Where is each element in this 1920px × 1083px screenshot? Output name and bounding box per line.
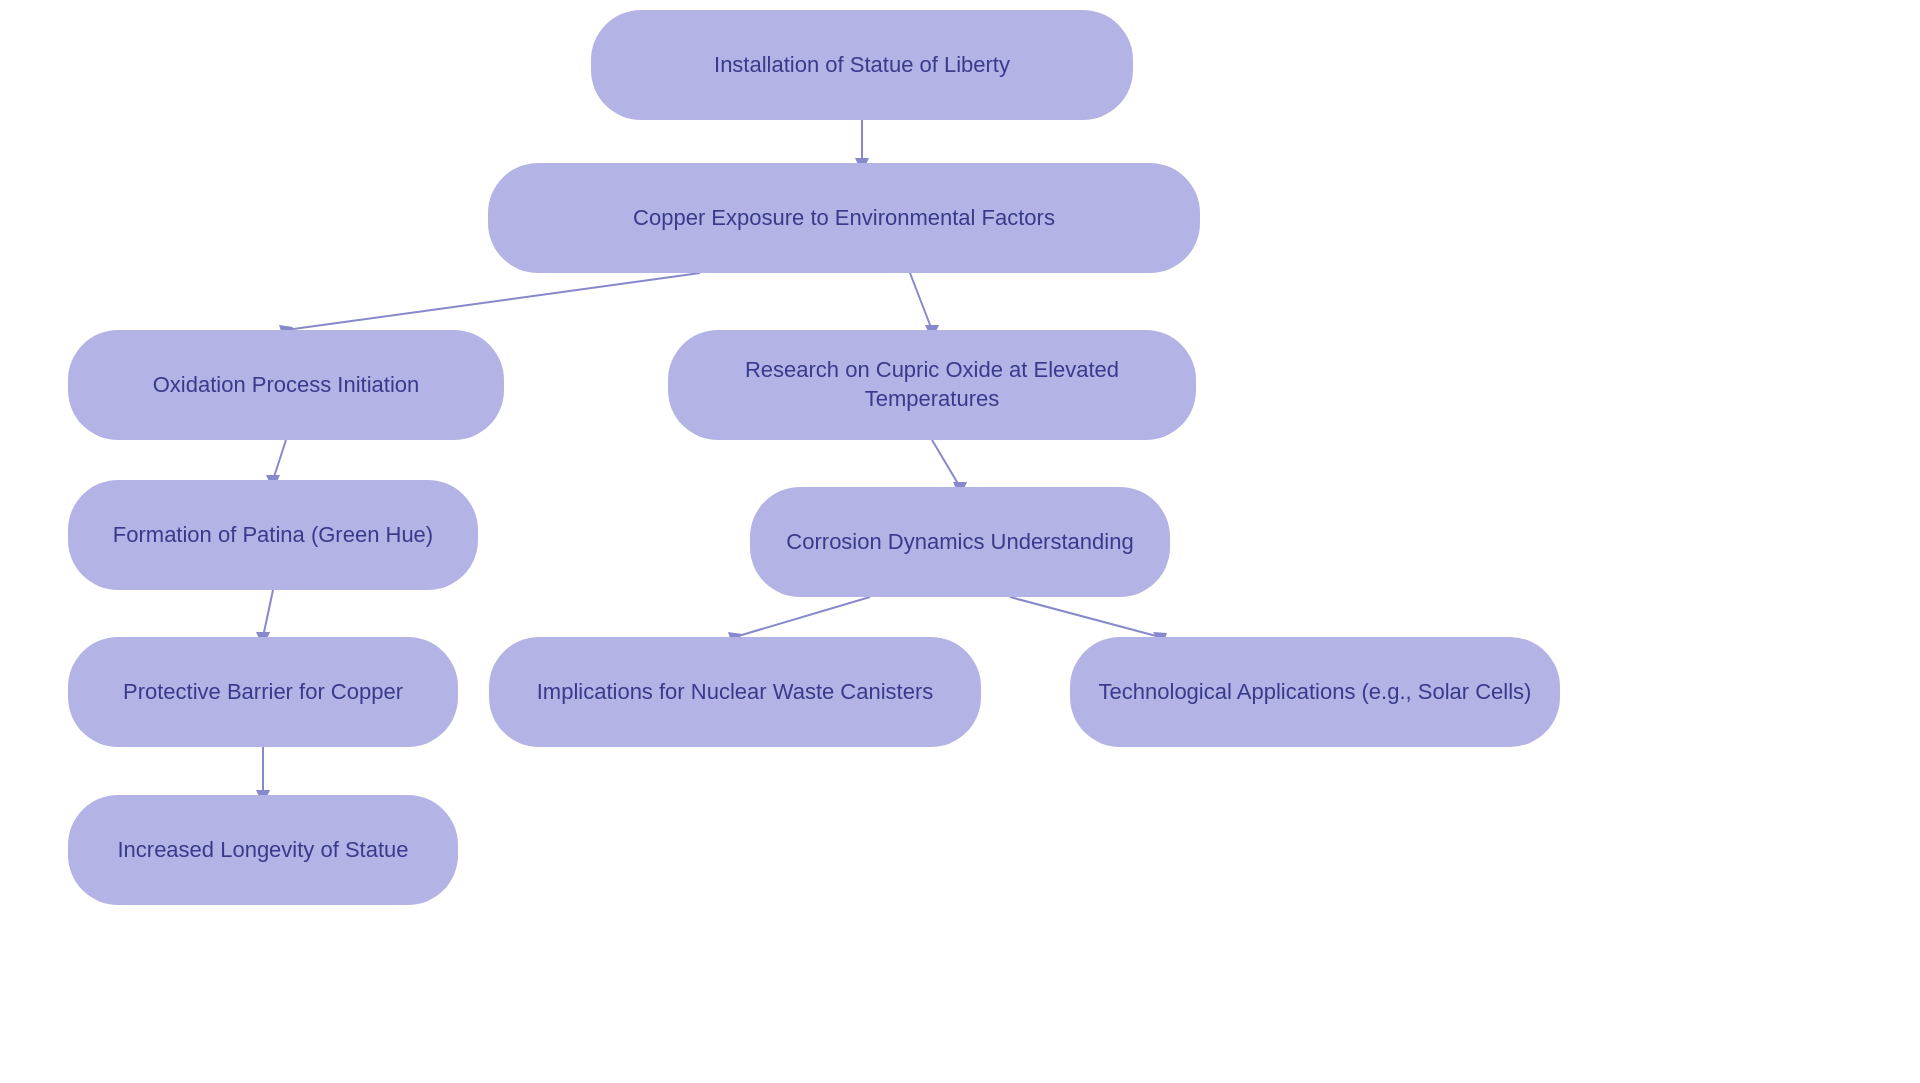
svg-line-2 bbox=[286, 273, 700, 330]
protective-node: Protective Barrier for Copper bbox=[68, 637, 458, 747]
longevity-node: Increased Longevity of Statue bbox=[68, 795, 458, 905]
tech-node: Technological Applications (e.g., Solar … bbox=[1070, 637, 1560, 747]
patina-node: Formation of Patina (Green Hue) bbox=[68, 480, 478, 590]
installation-node: Installation of Statue of Liberty bbox=[591, 10, 1133, 120]
svg-line-12 bbox=[735, 597, 870, 637]
svg-line-14 bbox=[1010, 597, 1160, 637]
nuclear-node: Implications for Nuclear Waste Canisters bbox=[489, 637, 981, 747]
svg-line-8 bbox=[932, 440, 960, 487]
research-node: Research on Cupric Oxide at Elevated Tem… bbox=[668, 330, 1196, 440]
svg-line-10 bbox=[263, 590, 273, 637]
svg-line-4 bbox=[910, 273, 932, 330]
corrosion-node: Corrosion Dynamics Understanding bbox=[750, 487, 1170, 597]
oxidation-node: Oxidation Process Initiation bbox=[68, 330, 504, 440]
diagram-container: Installation of Statue of Liberty Copper… bbox=[0, 0, 1920, 1083]
copper-exposure-node: Copper Exposure to Environmental Factors bbox=[488, 163, 1200, 273]
svg-line-6 bbox=[273, 440, 286, 480]
